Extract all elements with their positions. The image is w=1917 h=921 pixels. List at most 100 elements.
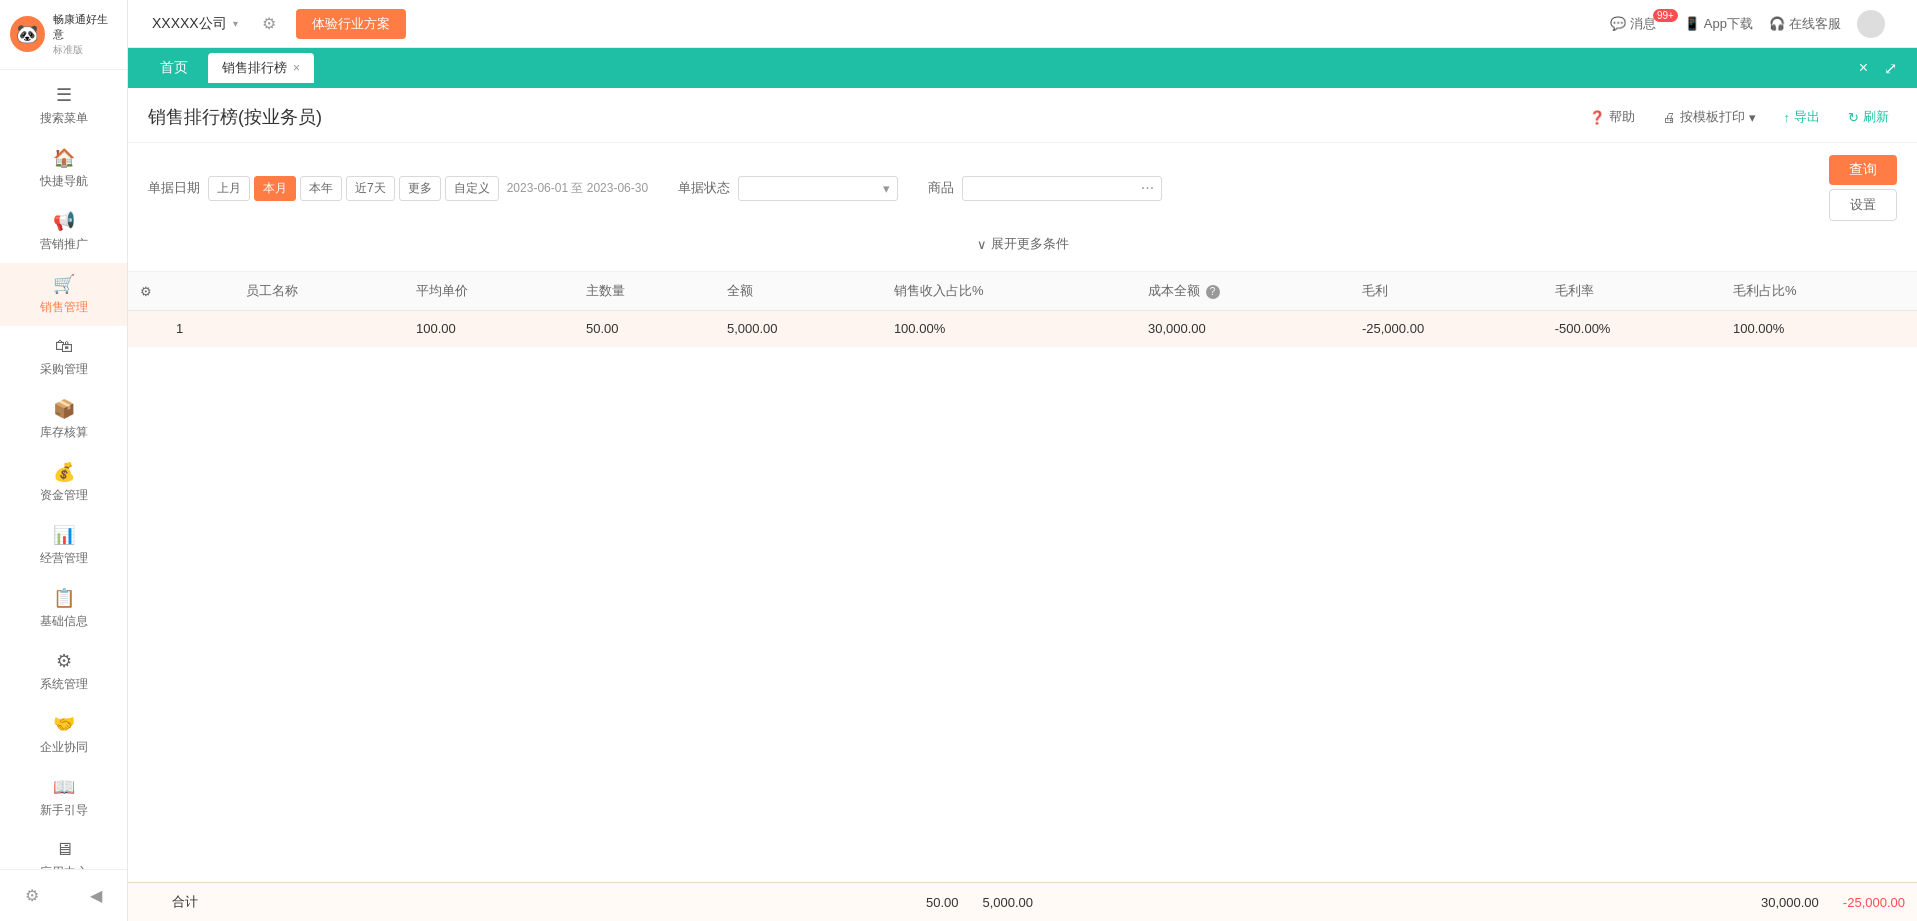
cell-gross-ratio: 100.00% <box>1721 311 1917 347</box>
sidebar-bottom: ⚙ ◀ <box>0 869 127 921</box>
home-icon: 🏠 <box>53 147 75 169</box>
date-btn-more[interactable]: 更多 <box>399 176 441 201</box>
sidebar-item-purchase[interactable]: 🛍 采购管理 <box>0 326 127 388</box>
table-footer: 合计 50.00 5,000.00 30,000.00 -25,000.00 <box>128 882 1917 921</box>
online-service-button[interactable]: 🎧 在线客服 <box>1769 15 1841 33</box>
cooperation-icon: 🤝 <box>53 713 75 735</box>
table-container: ⚙ 员工名称 平均单价 主数量 全额 销售收入占比% 成本全额 ? 毛利 毛利率 <box>128 272 1917 921</box>
cell-gross: -25,000.00 <box>1350 311 1543 347</box>
avatar[interactable] <box>1857 10 1885 38</box>
tab-sales-ranking[interactable]: 销售排行榜 × <box>208 53 314 83</box>
sidebar-item-apps[interactable]: 🖥 应用中心 <box>0 829 127 869</box>
table-row: 1 100.00 50.00 5,000.00 100.00% 30,000.0… <box>128 311 1917 347</box>
sidebar-item-quick-nav[interactable]: 🏠 快捷导航 <box>0 137 127 200</box>
date-filter: 单据日期 上月 本月 本年 近7天 更多 自定义 2023-06-01 至 20… <box>148 176 648 201</box>
sidebar-nav: ☰ 搜索菜单 🏠 快捷导航 📢 营销推广 🛒 销售管理 🛍 采购管理 📦 库存核… <box>0 70 127 869</box>
chevron-down-icon: ∨ <box>977 237 987 252</box>
cell-avg-price: 100.00 <box>404 311 574 347</box>
sidebar-item-marketing[interactable]: 📢 营销推广 <box>0 200 127 263</box>
search-menu-icon: ☰ <box>56 84 72 106</box>
cost-info-icon[interactable]: ? <box>1206 285 1220 299</box>
col-avg-price: 平均单价 <box>404 272 574 311</box>
message-icon: 💬 <box>1610 16 1626 31</box>
query-settings-group: 查询 设置 <box>1829 155 1897 221</box>
headset-icon: 🎧 <box>1769 16 1785 31</box>
goods-input[interactable] <box>962 176 1162 201</box>
sidebar-item-search[interactable]: ☰ 搜索菜单 <box>0 74 127 137</box>
col-amount: 全额 <box>715 272 882 311</box>
sidebar-settings-button[interactable]: ⚙ <box>21 882 43 909</box>
sidebar-collapse-button[interactable]: ◀ <box>86 882 106 909</box>
print-chevron-icon: ▾ <box>1749 110 1756 125</box>
chevron-down-icon: ▾ <box>233 18 238 29</box>
app-download-icon: 📱 <box>1684 16 1700 31</box>
sidebar-item-basics[interactable]: 📋 基础信息 <box>0 577 127 640</box>
window-close-button[interactable]: × <box>1855 55 1872 82</box>
date-btn-7days[interactable]: 近7天 <box>346 176 395 201</box>
export-button[interactable]: ↑ 导出 <box>1776 104 1829 130</box>
sidebar-item-finance[interactable]: 💰 资金管理 <box>0 451 127 514</box>
status-filter-label: 单据状态 <box>678 179 730 197</box>
col-gross-ratio: 毛利占比% <box>1721 272 1917 311</box>
message-badge: 99+ <box>1653 9 1678 22</box>
export-icon: ↑ <box>1784 110 1791 125</box>
refresh-button[interactable]: ↻ 刷新 <box>1840 104 1897 130</box>
cell-sales-ratio: 100.00% <box>882 311 1136 347</box>
col-rank <box>164 272 234 311</box>
date-btn-this-month[interactable]: 本月 <box>254 176 296 201</box>
cell-name <box>234 311 404 347</box>
main-area: XXXXX公司 ▾ ⚙ 体验行业方案 💬 消息 99+ 📱 App下载 🎧 在线… <box>128 0 1917 921</box>
message-button[interactable]: 💬 消息 99+ <box>1610 15 1668 33</box>
col-gross: 毛利 <box>1350 272 1543 311</box>
col-settings[interactable]: ⚙ <box>128 272 164 311</box>
date-btn-custom[interactable]: 自定义 <box>445 176 499 201</box>
trial-button[interactable]: 体验行业方案 <box>296 9 406 39</box>
company-settings-icon[interactable]: ⚙ <box>262 14 276 33</box>
filter-row: 单据日期 上月 本月 本年 近7天 更多 自定义 2023-06-01 至 20… <box>148 155 1897 221</box>
query-button[interactable]: 查询 <box>1829 155 1897 185</box>
goods-filter: 商品 ··· <box>928 176 1162 201</box>
col-name: 员工名称 <box>234 272 404 311</box>
sidebar-item-cooperation[interactable]: 🤝 企业协同 <box>0 703 127 766</box>
cell-rank: 1 <box>164 311 234 347</box>
tab-bar-right: × ⤢ <box>1855 55 1901 82</box>
date-btn-prev-month[interactable]: 上月 <box>208 176 250 201</box>
date-filter-label: 单据日期 <box>148 179 200 197</box>
cell-gross-rate: -500.00% <box>1543 311 1721 347</box>
company-selector[interactable]: XXXXX公司 ▾ <box>144 11 246 37</box>
print-button[interactable]: 🖨 按模板打印 ▾ <box>1655 104 1764 130</box>
inventory-icon: 📦 <box>53 398 75 420</box>
sidebar: 🐼 畅康通好生意 标准版 ☰ 搜索菜单 🏠 快捷导航 📢 营销推广 🛒 销售管理… <box>0 0 128 921</box>
window-expand-button[interactable]: ⤢ <box>1880 55 1901 82</box>
status-filter: 单据状态 <box>678 176 898 201</box>
page-title: 销售排行榜(按业务员) <box>148 105 322 129</box>
date-range-display: 2023-06-01 至 2023-06-30 <box>507 180 648 197</box>
footer-amount: 5,000.00 <box>982 895 1033 910</box>
goods-filter-label: 商品 <box>928 179 954 197</box>
tab-bar: 首页 销售排行榜 × × ⤢ <box>128 48 1917 88</box>
status-select[interactable] <box>738 176 898 201</box>
date-btn-this-year[interactable]: 本年 <box>300 176 342 201</box>
tab-close-icon[interactable]: × <box>293 61 300 75</box>
logo-text: 畅康通好生意 标准版 <box>53 12 117 57</box>
help-icon: ❓ <box>1589 110 1605 125</box>
sidebar-item-system[interactable]: ⚙ 系统管理 <box>0 640 127 703</box>
footer-cost: 30,000.00 <box>1761 895 1819 910</box>
sidebar-item-sales[interactable]: 🛒 销售管理 <box>0 263 127 326</box>
app-download-button[interactable]: 📱 App下载 <box>1684 15 1753 33</box>
sidebar-item-operations[interactable]: 📊 经营管理 <box>0 514 127 577</box>
apps-icon: 🖥 <box>55 839 73 860</box>
sidebar-item-inventory[interactable]: 📦 库存核算 <box>0 388 127 451</box>
help-button[interactable]: ❓ 帮助 <box>1581 104 1643 130</box>
refresh-icon: ↻ <box>1848 110 1859 125</box>
date-buttons: 上月 本月 本年 近7天 更多 自定义 <box>208 176 499 201</box>
goods-more-icon[interactable]: ··· <box>1141 179 1154 197</box>
tab-home[interactable]: 首页 <box>144 51 204 85</box>
sidebar-item-guide[interactable]: 📖 新手引导 <box>0 766 127 829</box>
settings-button[interactable]: 设置 <box>1829 189 1897 221</box>
logo-icon: 🐼 <box>10 16 45 52</box>
guide-icon: 📖 <box>53 776 75 798</box>
data-table: ⚙ 员工名称 平均单价 主数量 全额 销售收入占比% 成本全额 ? 毛利 毛利率 <box>128 272 1917 347</box>
cell-amount: 5,000.00 <box>715 311 882 347</box>
expand-more-button[interactable]: ∨ 展开更多条件 <box>148 229 1897 259</box>
